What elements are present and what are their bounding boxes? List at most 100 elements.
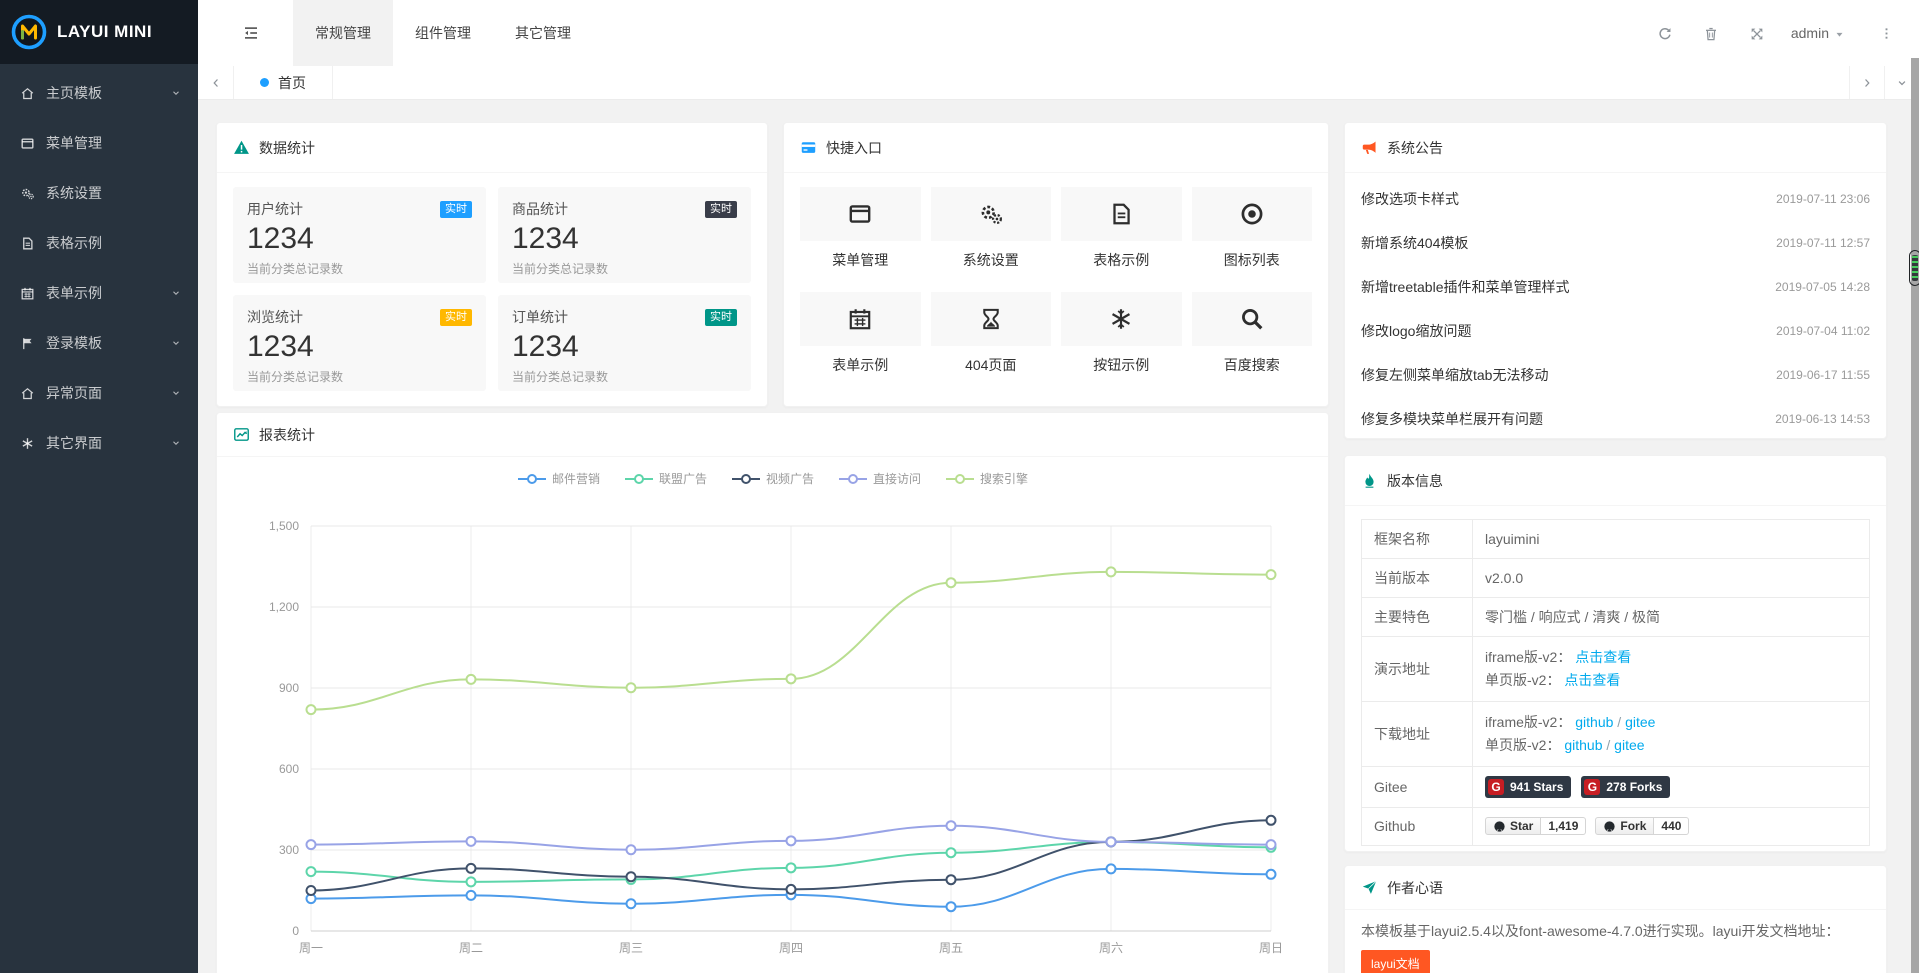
announcement-row[interactable]: 修复多模块菜单栏展开有问题2019-06-13 14:53 [1361,397,1870,439]
announcement-date: 2019-07-05 14:28 [1775,280,1870,294]
announcement-row[interactable]: 修改logo缩放问题2019-07-04 11:02 [1361,309,1870,353]
chevron-down-icon [170,287,182,299]
legend-item[interactable]: 邮件营销 [517,470,600,487]
top-nav-item-0[interactable]: 常规管理 [293,0,393,66]
collapse-menu-icon[interactable] [236,18,266,48]
fullscreen-icon[interactable] [1749,25,1765,41]
quick-entry-2[interactable]: 表格示例 [1061,187,1182,270]
quick-entry-0[interactable]: 菜单管理 [800,187,921,270]
sidebar-item-1[interactable]: 菜单管理 [0,118,198,168]
legend-item[interactable]: 联盟广告 [624,470,707,487]
sidebar-item-6[interactable]: 异常页面 [0,368,198,418]
announcement-text: 修复左侧菜单缩放tab无法移动 [1361,365,1548,385]
gitee-logo: G [1584,779,1600,795]
link-github[interactable]: github [1564,737,1602,753]
caret-down-icon [1834,29,1845,40]
quick-entry-5[interactable]: 404页面 [931,292,1052,375]
sidebar-item-7[interactable]: 其它界面 [0,418,198,468]
logo[interactable]: LAYUI MINI [0,0,198,64]
card-announcements-header: 系统公告 [1345,123,1886,173]
line-chart: 03006009001,2001,500周一周二周三周四周五周六周日 [217,457,1326,973]
outdent-icon [242,24,260,42]
quick-entry-6[interactable]: 按钮示例 [1061,292,1182,375]
top-nav-item-1[interactable]: 组件管理 [393,0,493,66]
quick-entry-label: 表单示例 [800,355,921,375]
home-icon [20,86,35,101]
tab-bar: 首页 [198,66,1919,100]
version-label: Gitee [1362,767,1473,808]
scrollbar-thumb[interactable] [1909,250,1919,286]
top-nav-item-2[interactable]: 其它管理 [493,0,593,66]
announcement-row[interactable]: 修改选项卡样式2019-07-11 23:06 [1361,177,1870,221]
user-dropdown[interactable]: admin [1791,25,1845,41]
chart-legend: 邮件营销 联盟广告 视频广告 直接访问 搜索引擎 [217,470,1328,487]
legend-item[interactable]: 直接访问 [838,470,921,487]
announcement-date: 2019-06-13 14:53 [1775,412,1870,426]
layui-doc-button[interactable]: layui文档 [1361,950,1430,973]
calendar-icon [847,306,873,332]
github-fork-button[interactable]: Fork440 [1595,817,1689,835]
announcement-row[interactable]: 新增系统404模板2019-07-11 12:57 [1361,221,1870,265]
tab-home[interactable]: 首页 [234,66,333,99]
announcement-row[interactable]: 新增treetable插件和菜单管理样式 2019-07-05 14:28 [1361,265,1870,309]
paper-plane-icon [1361,879,1378,896]
link-gitee[interactable]: gitee [1625,714,1655,730]
sidebar-item-3[interactable]: 表格示例 [0,218,198,268]
svg-text:周五: 周五 [939,941,963,955]
credit-card-icon [800,139,817,156]
announcement-text: 修改logo缩放问题 [1361,321,1471,341]
top-nav: 常规管理组件管理其它管理 [293,0,593,66]
stat-desc: 当前分类总记录数 [247,368,472,385]
quick-entry-4[interactable]: 表单示例 [800,292,921,375]
username: admin [1791,25,1829,41]
sidebar-item-5[interactable]: 登录模板 [0,318,198,368]
legend-marker-icon [624,473,654,485]
file-icon [1108,201,1134,227]
version-value: layuimini [1485,531,1539,547]
tab-scroll-right-icon[interactable] [1849,66,1884,99]
link-gitee[interactable]: gitee [1614,737,1644,753]
announcement-text: 新增treetable插件和菜单管理样式 [1361,277,1569,297]
report-chart-svg: 03006009001,2001,500周一周二周三周四周五周六周日 [217,457,1326,973]
legend-item[interactable]: 搜索引擎 [945,470,1028,487]
refresh-icon[interactable] [1657,25,1673,41]
legend-item[interactable]: 视频广告 [731,470,814,487]
more-menu-icon[interactable] [1879,25,1893,41]
gears-icon [20,186,35,201]
quick-entry-1[interactable]: 系统设置 [931,187,1052,270]
sidebar-item-label: 表单示例 [46,283,170,303]
svg-text:周四: 周四 [779,941,803,955]
quick-entry-7[interactable]: 百度搜索 [1192,292,1313,375]
tab-scroll-left-icon[interactable] [198,66,234,99]
gitee-logo: G [1488,779,1504,795]
quick-entry-label: 菜单管理 [800,250,921,270]
link-点击查看[interactable]: 点击查看 [1564,672,1620,688]
link-点击查看[interactable]: 点击查看 [1575,649,1631,665]
card-version-info: 版本信息 框架名称layuimini当前版本v2.0.0主要特色零门槛 / 响应… [1344,455,1887,852]
active-tab-dot [260,78,269,87]
window-icon [20,136,35,151]
version-row: 当前版本v2.0.0 [1362,559,1870,598]
announcement-row[interactable]: 修复左侧菜单缩放tab无法移动 2019-06-17 11:55 [1361,353,1870,397]
chart-line-icon [233,426,250,443]
flag-icon [20,336,35,351]
gitee-badge[interactable]: G941 Stars [1485,776,1571,798]
github-star-button[interactable]: Star1,419 [1485,817,1586,835]
hourglass-icon [978,306,1004,332]
scrollbar-track[interactable] [1911,58,1919,973]
announcement-date: 2019-06-17 11:55 [1776,368,1870,382]
quick-entry-3[interactable]: 图标列表 [1192,187,1313,270]
clear-cache-icon[interactable] [1703,25,1719,41]
gitee-badge[interactable]: G278 Forks [1581,776,1670,798]
version-label: 下载地址 [1362,702,1473,767]
card-title: 快捷入口 [826,138,882,158]
sidebar-item-4[interactable]: 表单示例 [0,268,198,318]
sidebar-item-label: 登录模板 [46,333,170,353]
file-icon [20,236,35,251]
svg-text:300: 300 [279,843,299,857]
link-github[interactable]: github [1575,714,1613,730]
github-count: 1,419 [1541,817,1586,835]
sidebar-item-2[interactable]: 系统设置 [0,168,198,218]
quick-grid: 菜单管理系统设置表格示例图标列表表单示例 404页面按钮示例百度搜索 [784,173,1328,389]
sidebar-item-0[interactable]: 主页模板 [0,68,198,118]
